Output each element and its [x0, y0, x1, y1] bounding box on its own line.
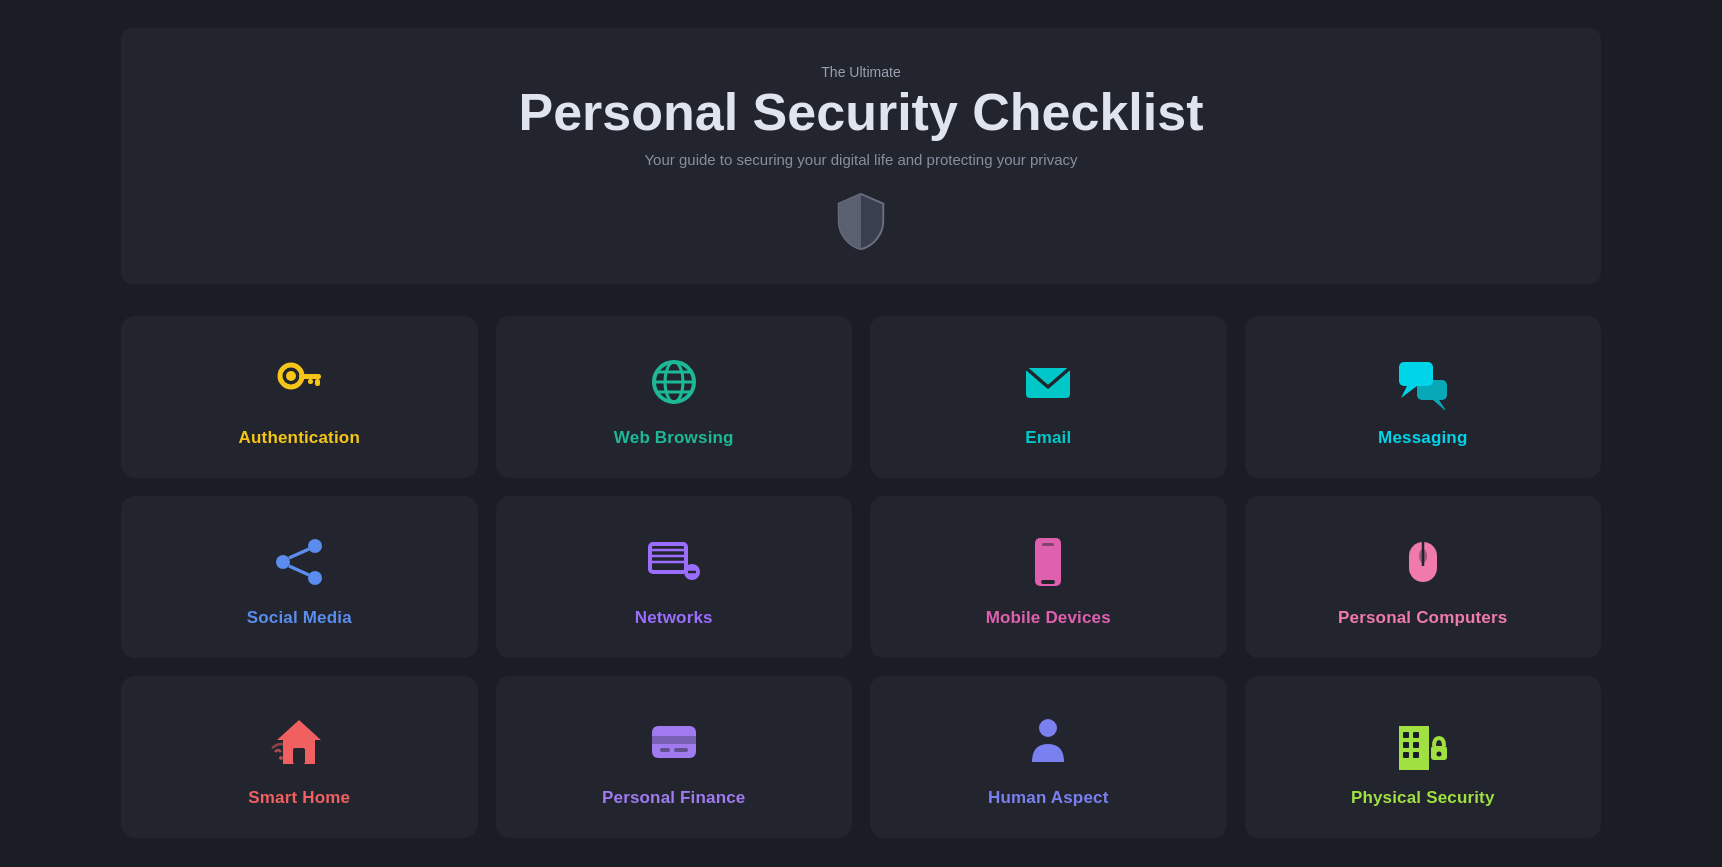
mouse-icon — [1395, 534, 1451, 590]
card-mobile-devices[interactable]: Mobile Devices — [870, 496, 1227, 658]
card-messaging[interactable]: Messaging — [1245, 316, 1602, 478]
card-label-personal-computers: Personal Computers — [1338, 608, 1507, 628]
person-icon — [1020, 714, 1076, 770]
svg-marker-14 — [1433, 400, 1447, 410]
card-label-networks: Networks — [635, 608, 713, 628]
card-label-human-aspect: Human Aspect — [988, 788, 1108, 808]
svg-rect-33 — [293, 748, 305, 764]
card-human-aspect[interactable]: Human Aspect — [870, 676, 1227, 838]
card-physical-security[interactable]: Physical Security — [1245, 676, 1602, 838]
globe-icon — [646, 354, 702, 410]
svg-rect-20 — [650, 544, 686, 572]
smarthome-icon — [271, 714, 327, 770]
svg-marker-12 — [1401, 386, 1417, 398]
svg-point-17 — [308, 571, 322, 585]
card-label-social-media: Social Media — [247, 608, 352, 628]
card-web-browsing[interactable]: Web Browsing — [496, 316, 853, 478]
category-grid: Authentication Web Browsing Email Messag… — [121, 316, 1601, 838]
card-label-authentication: Authentication — [239, 428, 360, 448]
header-description: Your guide to securing your digital life… — [161, 151, 1561, 168]
card-personal-finance[interactable]: Personal Finance — [496, 676, 853, 838]
card-label-physical-security: Physical Security — [1351, 788, 1495, 808]
svg-rect-45 — [1403, 752, 1409, 758]
card-label-web-browsing: Web Browsing — [614, 428, 734, 448]
svg-rect-38 — [674, 748, 688, 752]
card-social-media[interactable]: Social Media — [121, 496, 478, 658]
building-lock-icon — [1395, 714, 1451, 770]
svg-rect-28 — [1042, 543, 1054, 546]
card-label-smart-home: Smart Home — [248, 788, 350, 808]
card-email[interactable]: Email — [870, 316, 1227, 478]
header-title: Personal Security Checklist — [161, 84, 1561, 141]
svg-rect-2 — [299, 374, 321, 379]
svg-rect-36 — [652, 736, 696, 744]
svg-point-16 — [276, 555, 290, 569]
svg-rect-4 — [308, 379, 313, 384]
card-authentication[interactable]: Authentication — [121, 316, 478, 478]
svg-point-1 — [286, 371, 296, 381]
key-icon — [271, 354, 327, 410]
card-networks[interactable]: Networks — [496, 496, 853, 658]
svg-point-31 — [1419, 549, 1427, 563]
svg-rect-37 — [660, 748, 670, 752]
svg-rect-3 — [315, 379, 320, 386]
svg-rect-42 — [1413, 732, 1419, 738]
svg-rect-46 — [1413, 752, 1419, 758]
card-smart-home[interactable]: Smart Home — [121, 676, 478, 838]
network-icon — [646, 534, 702, 590]
finance-icon — [646, 714, 702, 770]
card-label-personal-finance: Personal Finance — [602, 788, 746, 808]
card-personal-computers[interactable]: Personal Computers — [1245, 496, 1602, 658]
svg-rect-41 — [1403, 732, 1409, 738]
svg-rect-13 — [1417, 380, 1447, 400]
svg-point-48 — [1436, 752, 1441, 757]
share-icon — [271, 534, 327, 590]
svg-line-18 — [289, 549, 309, 558]
card-label-messaging: Messaging — [1378, 428, 1467, 448]
svg-point-34 — [279, 756, 283, 760]
header-banner: The Ultimate Personal Security Checklist… — [121, 28, 1601, 284]
shield-icon — [161, 192, 1561, 252]
card-label-email: Email — [1025, 428, 1071, 448]
email-icon — [1020, 354, 1076, 410]
phone-icon — [1020, 534, 1076, 590]
svg-rect-44 — [1413, 742, 1419, 748]
svg-point-39 — [1039, 719, 1057, 737]
svg-point-15 — [308, 539, 322, 553]
svg-rect-27 — [1041, 580, 1055, 584]
chat-icon — [1395, 354, 1451, 410]
svg-rect-43 — [1403, 742, 1409, 748]
card-label-mobile-devices: Mobile Devices — [986, 608, 1111, 628]
svg-line-19 — [289, 566, 309, 575]
header-pretitle: The Ultimate — [161, 64, 1561, 80]
